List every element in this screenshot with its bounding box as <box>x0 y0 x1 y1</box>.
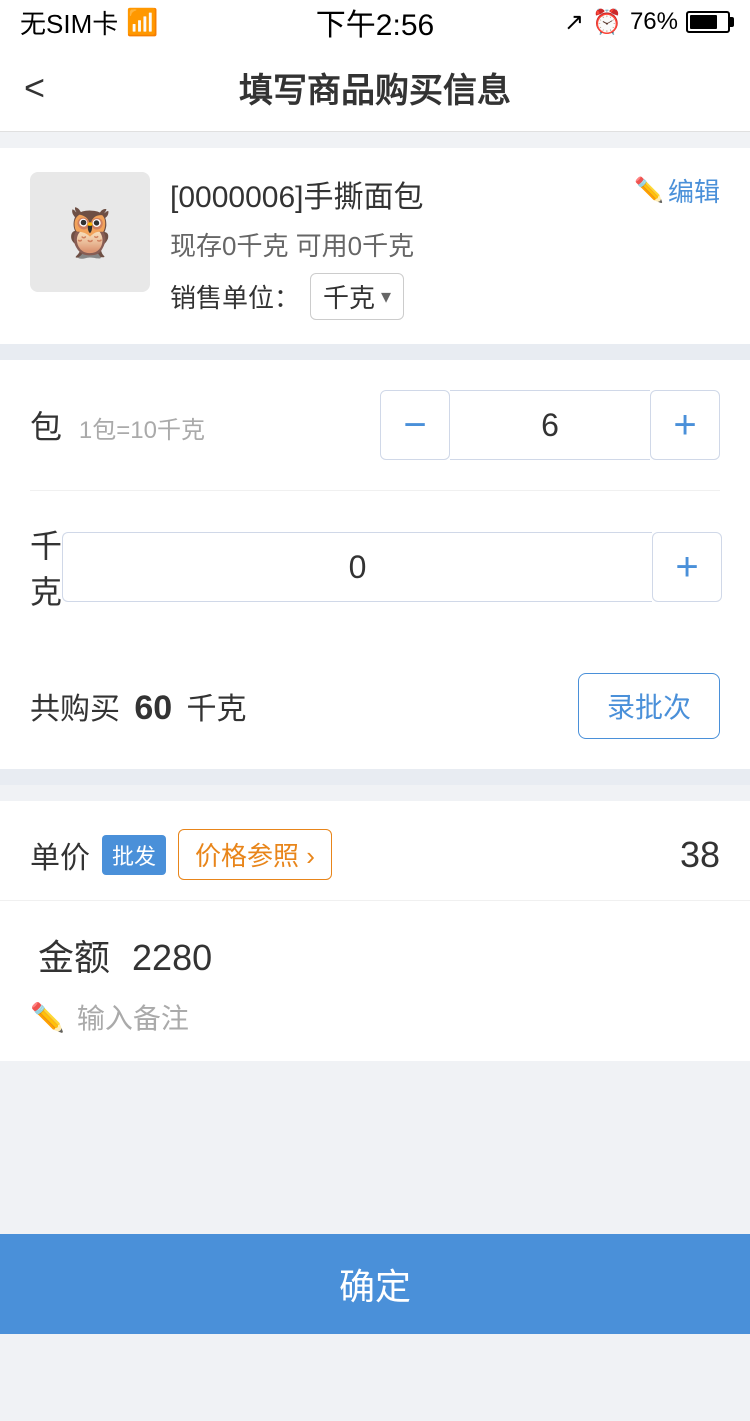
status-bar-time: 下午2:56 <box>316 0 434 44</box>
price-label: 单价 批发 价格参照 › <box>30 829 332 880</box>
kilogram-label: 千克 <box>30 521 62 613</box>
location-icon: ↗ <box>564 8 584 37</box>
kilogram-quantity-input[interactable] <box>62 532 652 602</box>
remark-placeholder: 输入备注 <box>77 997 189 1037</box>
section-divider-2 <box>0 769 750 785</box>
status-bar-right: ↗ ⏰ 76% <box>564 8 730 37</box>
total-amount: 60 <box>134 689 172 727</box>
package-row: 包 1包=10千克 − + <box>30 360 720 491</box>
package-controls: − + <box>380 390 720 460</box>
nav-bar: < 填写商品购买信息 <box>0 44 750 132</box>
carrier-label: 无SIM卡 <box>20 4 118 41</box>
total-text: 共购买 60 千克 <box>30 684 247 728</box>
quantity-section: 包 1包=10千克 − + 千克 + <box>0 360 750 643</box>
amount-section: 金额 2280 ✏️ 输入备注 <box>0 900 750 1061</box>
edit-button[interactable]: ✏️ 编辑 <box>634 172 720 209</box>
product-stock: 现存0千克 可用0千克 <box>170 226 720 263</box>
total-row: 共购买 60 千克 录批次 <box>0 643 750 769</box>
kilogram-row: 千克 + <box>30 491 720 643</box>
battery-fill <box>690 15 717 29</box>
battery-icon <box>686 11 730 33</box>
page-title: 填写商品购买信息 <box>239 63 511 112</box>
package-quantity-input[interactable] <box>450 390 650 460</box>
back-button[interactable]: < <box>24 67 45 109</box>
price-value: 38 <box>680 834 720 876</box>
product-logo: 🦉 <box>60 204 120 261</box>
wifi-icon: 📶 <box>126 7 158 38</box>
unit-label: 销售单位： <box>170 278 300 315</box>
price-row: 单价 批发 价格参照 › 38 <box>30 829 720 880</box>
product-unit-row: 销售单位： 千克 <box>170 273 720 320</box>
package-plus-button[interactable]: + <box>650 390 720 460</box>
price-section: 单价 批发 价格参照 › 38 <box>0 801 750 900</box>
unit-selector[interactable]: 千克 <box>310 273 404 320</box>
battery-percent: 76% <box>630 8 678 36</box>
edit-icon: ✏️ <box>634 176 664 205</box>
package-label: 包 1包=10千克 <box>30 402 380 448</box>
price-badge: 批发 <box>102 835 166 875</box>
amount-row: 金额 2280 <box>30 929 720 981</box>
product-card: 🦉 [0000006]手撕面包 现存0千克 可用0千克 销售单位： 千克 ✏️ … <box>0 148 750 344</box>
alarm-icon: ⏰ <box>592 8 622 37</box>
status-bar: 无SIM卡 📶 下午2:56 ↗ ⏰ 76% <box>0 0 750 44</box>
package-minus-button[interactable]: − <box>380 390 450 460</box>
batch-button[interactable]: 录批次 <box>578 673 720 739</box>
confirm-button[interactable]: 确定 <box>0 1234 750 1334</box>
pencil-icon: ✏️ <box>30 1001 65 1034</box>
amount-value: 2280 <box>132 937 212 978</box>
section-divider-1 <box>0 344 750 360</box>
remark-row[interactable]: ✏️ 输入备注 <box>30 997 720 1037</box>
package-hint: 1包=10千克 <box>79 417 205 444</box>
price-ref-button[interactable]: 价格参照 › <box>178 829 332 880</box>
kilogram-controls: + <box>62 532 722 602</box>
kilogram-plus-button[interactable]: + <box>652 532 722 602</box>
edit-label: 编辑 <box>668 172 720 209</box>
status-bar-left: 无SIM卡 📶 <box>20 4 159 41</box>
product-image: 🦉 <box>30 172 150 292</box>
